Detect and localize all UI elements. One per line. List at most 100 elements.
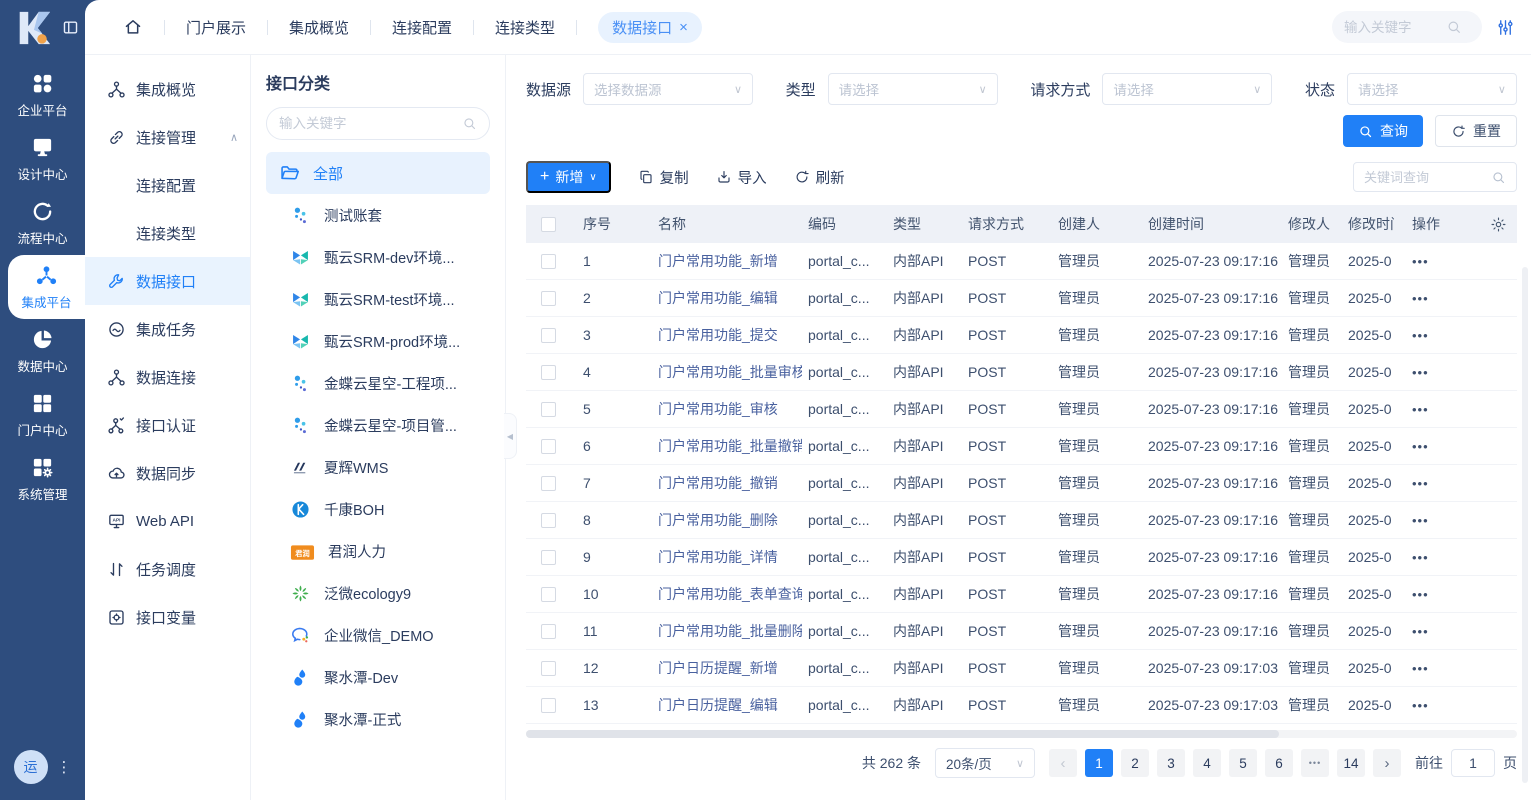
category-item[interactable]: 甄云SRM-test环境... — [266, 278, 490, 320]
app-logo[interactable] — [0, 0, 85, 55]
copy-button[interactable]: 复制 — [638, 167, 689, 188]
horizontal-scrollbar-thumb[interactable] — [526, 730, 1280, 738]
row-name-link[interactable]: 门户常用功能_批量审核 — [644, 362, 802, 382]
row-more-actions-icon[interactable]: ••• — [1412, 661, 1429, 676]
goto-page-input[interactable] — [1451, 749, 1495, 777]
row-more-actions-icon[interactable]: ••• — [1412, 254, 1429, 269]
row-checkbox[interactable] — [540, 660, 556, 676]
reset-button[interactable]: 重置 — [1435, 115, 1517, 147]
row-name-link[interactable]: 门户常用功能_批量撤销 — [644, 436, 802, 456]
category-item[interactable]: 聚水潭-正式 — [266, 698, 490, 740]
panel-collapse-handle[interactable]: ◀ — [504, 413, 517, 459]
row-checkbox[interactable] — [540, 438, 556, 454]
row-more-actions-icon[interactable]: ••• — [1412, 439, 1429, 454]
row-checkbox[interactable] — [540, 253, 556, 269]
filter-select[interactable]: 请选择 ∨ — [1102, 73, 1273, 105]
row-checkbox[interactable] — [540, 623, 556, 639]
keyword-search[interactable] — [1353, 162, 1517, 192]
row-more-actions-icon[interactable]: ••• — [1412, 476, 1429, 491]
filter-select[interactable]: 请选择 ∨ — [827, 73, 998, 105]
category-item[interactable]: 全部 — [266, 152, 490, 194]
menu-item[interactable]: 连接管理 ∧ — [85, 113, 250, 161]
category-item[interactable]: 聚水潭-Dev — [266, 656, 490, 698]
nav-link[interactable]: 集成概览 — [289, 17, 349, 38]
category-item[interactable]: 夏辉WMS — [266, 446, 490, 488]
row-checkbox[interactable] — [540, 586, 556, 602]
category-item[interactable]: 测试账套 — [266, 194, 490, 236]
page-button[interactable]: 1 — [1085, 749, 1113, 777]
row-more-actions-icon[interactable]: ••• — [1412, 587, 1429, 602]
row-more-actions-icon[interactable]: ••• — [1412, 328, 1429, 343]
menu-item[interactable]: 连接配置 — [85, 161, 250, 209]
menu-item[interactable]: 数据同步 — [85, 449, 250, 497]
vertical-scrollbar[interactable] — [1522, 267, 1528, 783]
gear-icon[interactable] — [1490, 216, 1507, 233]
close-icon[interactable]: × — [679, 20, 688, 35]
page-button[interactable]: 14 — [1337, 749, 1365, 777]
menu-item[interactable]: API Web API — [85, 497, 250, 545]
menu-item[interactable]: 连接类型 — [85, 209, 250, 257]
category-search[interactable] — [266, 107, 490, 140]
rail-item[interactable]: 流程中心 — [0, 191, 85, 255]
row-more-actions-icon[interactable]: ••• — [1412, 698, 1429, 713]
row-checkbox[interactable] — [540, 401, 556, 417]
rail-item[interactable]: 系统管理 — [0, 447, 85, 511]
more-menu-icon[interactable]: ⋮ — [57, 760, 72, 775]
sliders-icon[interactable] — [1496, 18, 1515, 37]
keyword-search-input[interactable] — [1364, 169, 1485, 185]
row-more-actions-icon[interactable]: ••• — [1412, 624, 1429, 639]
category-item[interactable]: 金蝶云星空-工程项... — [266, 362, 490, 404]
category-item[interactable]: 泛微ecology9 — [266, 572, 490, 614]
row-checkbox[interactable] — [540, 364, 556, 380]
row-name-link[interactable]: 门户日历提醒_新增 — [644, 658, 802, 678]
nav-link[interactable]: 连接配置 — [392, 17, 452, 38]
row-more-actions-icon[interactable]: ••• — [1412, 402, 1429, 417]
rail-item[interactable]: 门户中心 — [0, 383, 85, 447]
row-name-link[interactable]: 门户常用功能_编辑 — [644, 288, 802, 308]
active-tab[interactable]: 数据接口 × — [598, 11, 702, 43]
row-checkbox[interactable] — [540, 327, 556, 343]
rail-item[interactable]: 数据中心 — [0, 319, 85, 383]
page-button[interactable]: 6 — [1265, 749, 1293, 777]
nav-link[interactable]: 连接类型 — [495, 17, 555, 38]
row-name-link[interactable]: 门户日历提醒_编辑 — [644, 695, 802, 715]
import-button[interactable]: 导入 — [716, 167, 767, 188]
row-checkbox[interactable] — [540, 697, 556, 713]
filter-select[interactable]: 选择数据源 ∨ — [583, 73, 754, 105]
filter-select[interactable]: 请选择 ∨ — [1346, 73, 1517, 105]
select-all-checkbox[interactable] — [540, 216, 556, 232]
horizontal-scrollbar[interactable] — [526, 730, 1517, 738]
rail-item[interactable]: 集成平台 — [8, 255, 85, 319]
page-button[interactable]: 4 — [1193, 749, 1221, 777]
page-size-select[interactable]: 20条/页 ∨ — [935, 748, 1035, 778]
row-name-link[interactable]: 门户常用功能_审核 — [644, 399, 802, 419]
category-search-input[interactable] — [279, 116, 456, 131]
category-item[interactable]: 金蝶云星空-项目管... — [266, 404, 490, 446]
home-icon[interactable] — [123, 17, 143, 37]
row-name-link[interactable]: 门户常用功能_删除 — [644, 510, 802, 530]
row-checkbox[interactable] — [540, 549, 556, 565]
category-item[interactable]: 企业微信_DEMO — [266, 614, 490, 656]
refresh-button[interactable]: 刷新 — [794, 167, 845, 188]
category-item[interactable]: 君润 君润人力 — [266, 530, 490, 572]
next-page-button[interactable]: › — [1373, 749, 1401, 777]
query-button[interactable]: 查询 — [1343, 115, 1423, 147]
category-item[interactable]: 千康BOH — [266, 488, 490, 530]
row-more-actions-icon[interactable]: ••• — [1412, 365, 1429, 380]
rail-item[interactable]: 设计中心 — [0, 127, 85, 191]
row-name-link[interactable]: 门户常用功能_表单查询 — [644, 584, 802, 604]
menu-item[interactable]: 接口变量 — [85, 593, 250, 641]
global-search-input[interactable] — [1344, 19, 1440, 35]
page-button[interactable]: 5 — [1229, 749, 1257, 777]
category-item[interactable]: 甄云SRM-dev环境... — [266, 236, 490, 278]
global-search[interactable] — [1332, 11, 1482, 43]
row-name-link[interactable]: 门户常用功能_撤销 — [644, 473, 802, 493]
nav-link[interactable]: 门户展示 — [186, 17, 246, 38]
page-button[interactable]: 2 — [1121, 749, 1149, 777]
row-more-actions-icon[interactable]: ••• — [1412, 513, 1429, 528]
row-name-link[interactable]: 门户常用功能_新增 — [644, 251, 802, 271]
add-button[interactable]: + 新增 ∨ — [526, 161, 611, 193]
row-more-actions-icon[interactable]: ••• — [1412, 550, 1429, 565]
row-checkbox[interactable] — [540, 290, 556, 306]
row-name-link[interactable]: 门户常用功能_详情 — [644, 547, 802, 567]
